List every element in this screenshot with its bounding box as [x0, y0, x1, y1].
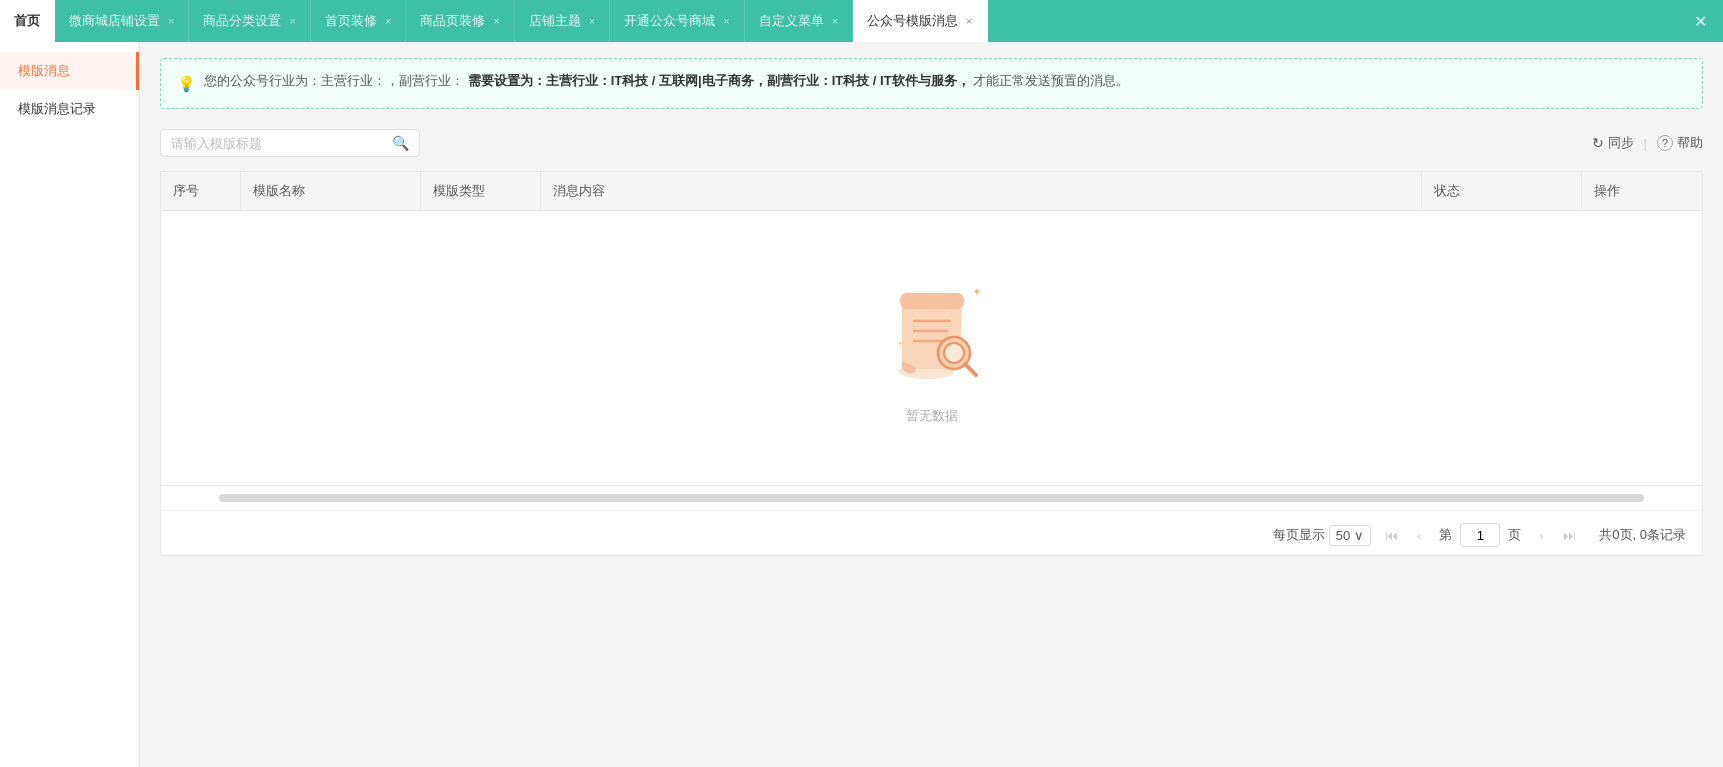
theme-tab-label: 店铺主题 — [529, 12, 581, 30]
nav-tab-productpage[interactable]: 商品页装修 × — [406, 0, 514, 42]
toolbar-right: ↻ 同步 | ? 帮助 — [1592, 134, 1703, 152]
info-text-prefix: 您的公众号行业为：主营行业：，副营行业： — [204, 73, 464, 88]
info-banner-text: 您的公众号行业为：主营行业：，副营行业： 需要设置为：主营行业：IT科技 / 互… — [204, 71, 1129, 92]
productpage-tab-label: 商品页装修 — [420, 12, 485, 30]
custommenu-tab-label: 自定义菜单 — [759, 12, 824, 30]
page-size-label: 每页显示 — [1273, 526, 1325, 544]
nav-tab-homepage[interactable]: 首页装修 × — [311, 0, 406, 42]
svg-point-5 — [944, 343, 964, 363]
horizontal-scrollbar[interactable] — [219, 494, 1645, 502]
sidebar-item-label: 模版消息 — [18, 63, 70, 78]
close-icon[interactable]: × — [168, 15, 174, 27]
weishop-tab-label: 微商城店铺设置 — [69, 12, 160, 30]
info-text-suffix: 才能正常发送预置的消息。 — [973, 73, 1129, 88]
nav-tab-home[interactable]: 首页 — [0, 0, 55, 42]
openstore-tab-label: 开通公众号商城 — [624, 12, 715, 30]
svg-text:✦: ✦ — [972, 285, 982, 299]
close-icon[interactable]: × — [966, 15, 972, 27]
close-icon[interactable]: × — [589, 15, 595, 27]
page-prefix: 第 — [1439, 526, 1452, 544]
sync-icon: ↻ — [1592, 135, 1604, 151]
th-action: 操作 — [1582, 172, 1702, 210]
bulb-icon: 💡 — [177, 72, 196, 96]
page-size-value: 50 — [1336, 528, 1350, 543]
close-icon[interactable]: × — [493, 15, 499, 27]
first-page-button[interactable]: ⏮ — [1379, 523, 1403, 547]
main-layout: 模版消息 模版消息记录 💡 您的公众号行业为：主营行业：，副营行业： 需要设置为… — [0, 42, 1723, 767]
category-tab-label: 商品分类设置 — [203, 12, 281, 30]
top-nav: 首页 微商城店铺设置 × 商品分类设置 × 首页装修 × 商品页装修 × 店铺主… — [0, 0, 1723, 42]
next-page-button[interactable]: › — [1529, 523, 1553, 547]
page-size-dropdown[interactable]: 50 ∨ — [1329, 525, 1371, 546]
svg-line-6 — [965, 364, 976, 375]
search-input[interactable] — [171, 136, 386, 151]
page-unit: 页 — [1508, 526, 1521, 544]
page-size-select: 每页显示 50 ∨ — [1273, 525, 1371, 546]
th-type: 模版类型 — [421, 172, 541, 210]
page-number-input[interactable] — [1460, 523, 1500, 547]
data-table: 序号 模版名称 模版类型 消息内容 状态 操作 — [160, 171, 1703, 556]
th-index: 序号 — [161, 172, 241, 210]
home-tab-label: 首页 — [14, 12, 40, 30]
search-bar: 🔍 ↻ 同步 | ? 帮助 — [160, 129, 1703, 157]
close-all-button[interactable]: ✕ — [1678, 12, 1723, 31]
close-icon[interactable]: × — [832, 15, 838, 27]
homepage-tab-label: 首页装修 — [325, 12, 377, 30]
page-nav: ⏮ ‹ 第 页 › ⏭ — [1379, 523, 1581, 547]
search-input-wrap[interactable]: 🔍 — [160, 129, 420, 157]
divider: | — [1644, 136, 1647, 151]
help-icon: ? — [1657, 135, 1673, 151]
sidebar-item-label: 模版消息记录 — [18, 101, 96, 116]
sidebar-item-template-record[interactable]: 模版消息记录 — [0, 90, 139, 128]
pagination: 每页显示 50 ∨ ⏮ ‹ 第 页 › ⏭ 共0页, 0条记录 — [161, 510, 1702, 555]
nav-tab-templatemsg[interactable]: 公众号模版消息 × — [853, 0, 987, 42]
close-icon[interactable]: × — [723, 15, 729, 27]
help-button[interactable]: ? 帮助 — [1657, 134, 1703, 152]
last-page-button[interactable]: ⏭ — [1557, 523, 1581, 547]
templatemsg-tab-label: 公众号模版消息 — [867, 12, 958, 30]
close-icon[interactable]: × — [385, 15, 391, 27]
empty-state: ✦ ✦ 暂无数据 — [161, 211, 1702, 485]
nav-tab-category[interactable]: 商品分类设置 × — [189, 0, 310, 42]
help-label: 帮助 — [1677, 134, 1703, 152]
close-icon[interactable]: × — [289, 15, 295, 27]
svg-text:✦: ✦ — [897, 339, 904, 348]
search-icon[interactable]: 🔍 — [392, 135, 409, 151]
th-content: 消息内容 — [541, 172, 1422, 210]
prev-page-button[interactable]: ‹ — [1407, 523, 1431, 547]
total-info: 共0页, 0条记录 — [1599, 526, 1686, 544]
info-banner: 💡 您的公众号行业为：主营行业：，副营行业： 需要设置为：主营行业：IT科技 /… — [160, 58, 1703, 109]
scrollbar-area[interactable] — [161, 485, 1702, 510]
th-name: 模版名称 — [241, 172, 421, 210]
info-highlight: 需要设置为：主营行业：IT科技 / 互联网|电子商务，副营行业：IT科技 / I… — [468, 73, 970, 88]
nav-tab-openstore[interactable]: 开通公众号商城 × — [610, 0, 744, 42]
sync-button[interactable]: ↻ 同步 — [1592, 134, 1634, 152]
content-area: 💡 您的公众号行业为：主营行业：，副营行业： 需要设置为：主营行业：IT科技 /… — [140, 42, 1723, 767]
nav-tab-theme[interactable]: 店铺主题 × — [515, 0, 610, 42]
empty-illustration: ✦ ✦ — [872, 271, 992, 391]
table-header: 序号 模版名称 模版类型 消息内容 状态 操作 — [161, 172, 1702, 211]
sidebar: 模版消息 模版消息记录 — [0, 42, 140, 767]
nav-tab-weishop[interactable]: 微商城店铺设置 × — [55, 0, 189, 42]
empty-text: 暂无数据 — [906, 407, 958, 425]
th-status: 状态 — [1422, 172, 1582, 210]
sync-label: 同步 — [1608, 134, 1634, 152]
chevron-down-icon: ∨ — [1354, 528, 1364, 543]
nav-tab-custommenu[interactable]: 自定义菜单 × — [745, 0, 853, 42]
sidebar-item-template-msg[interactable]: 模版消息 — [0, 52, 139, 90]
